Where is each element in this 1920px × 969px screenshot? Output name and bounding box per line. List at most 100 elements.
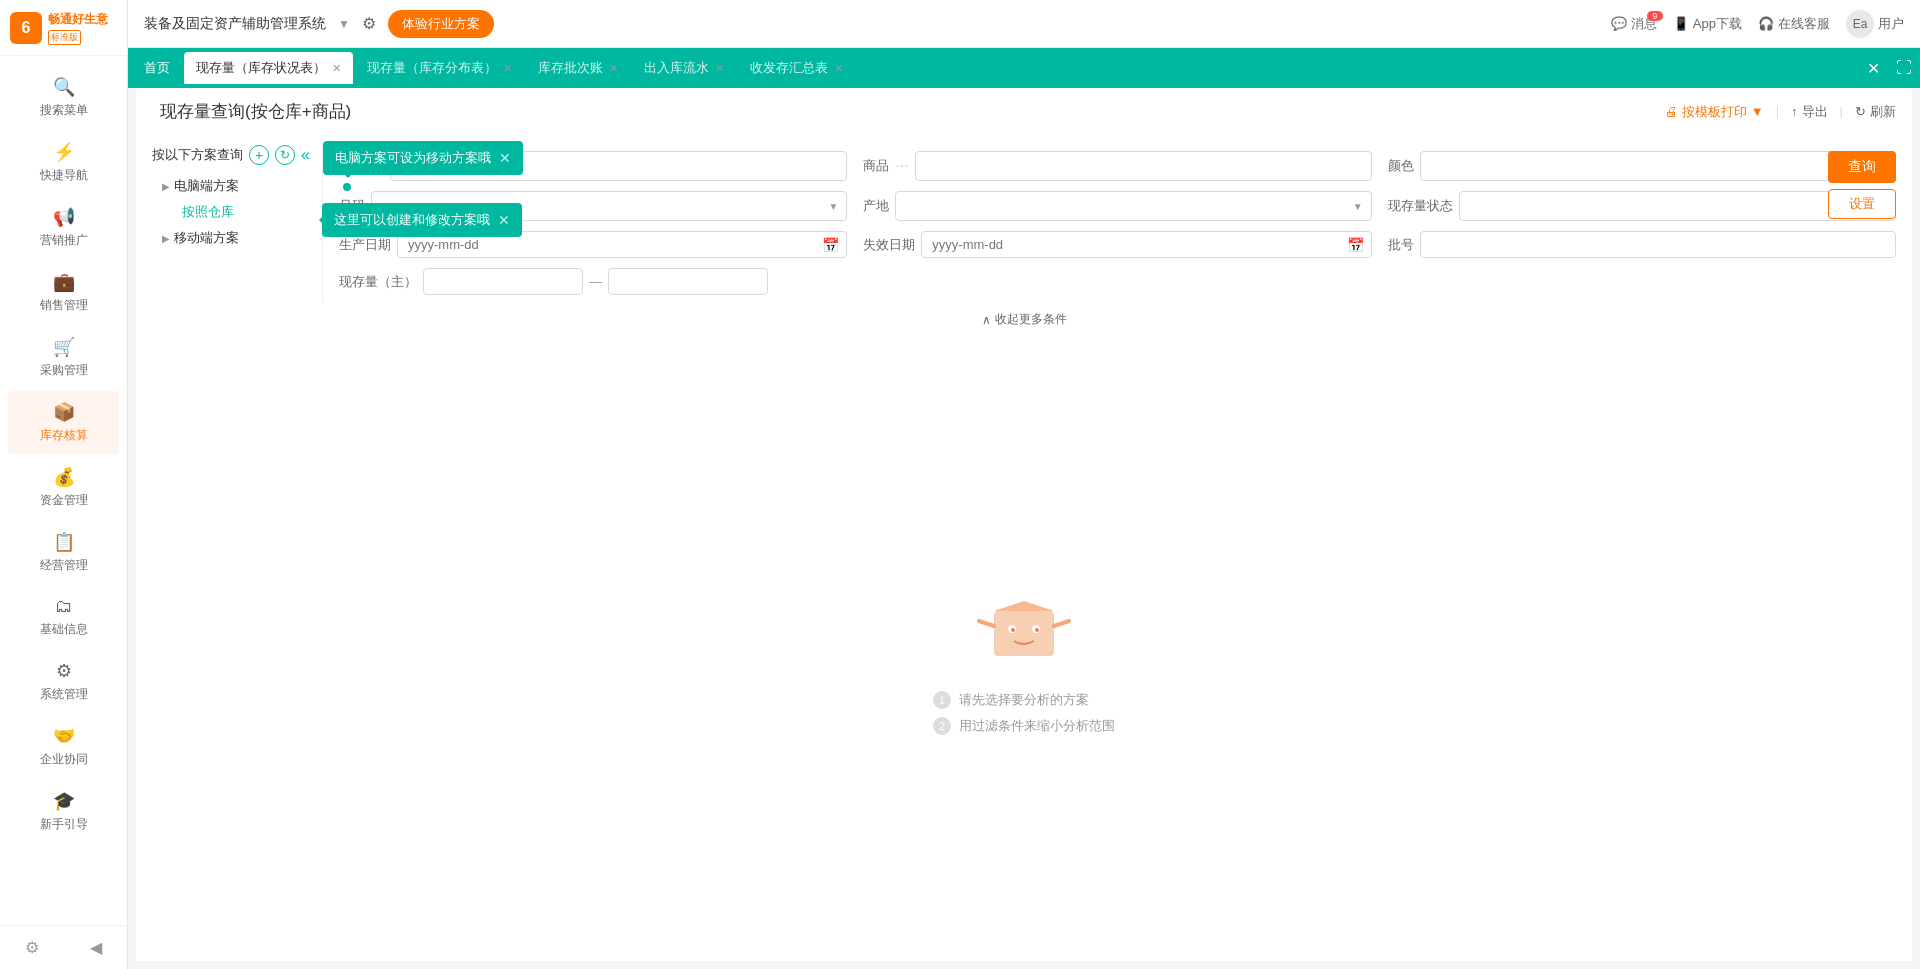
- color-label: 颜色: [1388, 157, 1414, 175]
- sidebar-item-label-basic: 基础信息: [40, 621, 88, 638]
- enterprise-icon: 🤝: [53, 725, 75, 747]
- sidebar-item-operations[interactable]: 📋 经营管理: [8, 521, 119, 584]
- main-content: 装备及固定资产辅助管理系统 ▼ ⚙ 体验行业方案 💬 消息 9 📱 App下载 …: [128, 0, 1920, 969]
- sidebar-bottom: ⚙ ◀: [0, 925, 127, 969]
- sidebar-item-inventory[interactable]: 📦 库存核算: [8, 391, 119, 454]
- tab-inventory-status-close[interactable]: ✕: [332, 62, 341, 75]
- size-dropdown-icon: ▼: [828, 201, 838, 212]
- mfg-label: 生产日期: [339, 236, 391, 254]
- header-left: 装备及固定资产辅助管理系统 ▼ ⚙ 体验行业方案: [144, 10, 494, 38]
- print-template-btn[interactable]: 🖨 按模板打印 ▼: [1665, 103, 1764, 121]
- scheme-tree-mobile[interactable]: ▶ 移动端方案: [156, 225, 322, 251]
- sidebar-item-quicknav[interactable]: ⚡ 快捷导航: [8, 131, 119, 194]
- tab-inventory-status[interactable]: 现存量（库存状况表） ✕: [184, 52, 353, 84]
- sidebar-item-label-purchase: 采购管理: [40, 362, 88, 379]
- goods-input[interactable]: [915, 151, 1372, 181]
- print-label: 按模板打印: [1682, 103, 1747, 121]
- page-title: 现存量查询(按仓库+商品): [160, 100, 351, 123]
- user-area[interactable]: Ea 用户: [1846, 10, 1904, 38]
- tab-close-all-btn[interactable]: ✕: [1863, 55, 1884, 82]
- filter-cell-origin: 产地 ▼: [863, 191, 1371, 221]
- exp-calendar-icon[interactable]: 📅: [1347, 237, 1364, 253]
- trial-button[interactable]: 体验行业方案: [388, 10, 494, 38]
- tab-batch-close[interactable]: ✕: [609, 62, 618, 75]
- system-dropdown-icon[interactable]: ▼: [338, 17, 350, 31]
- tab-receive-close[interactable]: ✕: [834, 62, 843, 75]
- tab-batch[interactable]: 库存批次账 ✕: [526, 52, 630, 84]
- tooltip-scheme-edit-close[interactable]: ✕: [498, 212, 510, 228]
- tab-inventory-dist-label: 现存量（库存分布表）: [367, 59, 497, 77]
- collapse-sidebar-btn[interactable]: ◀: [90, 938, 102, 957]
- collapse-label: 收起更多条件: [995, 311, 1067, 328]
- color-select[interactable]: ▼: [1420, 151, 1896, 181]
- tab-receive[interactable]: 收发存汇总表 ✕: [738, 52, 855, 84]
- refresh-scheme-btn[interactable]: ↻: [275, 145, 295, 165]
- scheme-tree-by-warehouse[interactable]: 按照仓库: [176, 199, 322, 225]
- system-name: 装备及固定资产辅助管理系统: [144, 15, 326, 33]
- sidebar-item-label-enterprise: 企业协同: [40, 751, 88, 768]
- origin-select[interactable]: ▼: [895, 191, 1371, 221]
- sidebar-item-purchase[interactable]: 🛒 采购管理: [8, 326, 119, 389]
- tab-inout-label: 出入库流水: [644, 59, 709, 77]
- sidebar-item-newbie[interactable]: 🎓 新手引导: [8, 780, 119, 843]
- tooltip-mobile-scheme: 电脑方案可设为移动方案哦 ✕: [323, 141, 523, 175]
- sidebar-item-basic[interactable]: 🗂 基础信息: [8, 586, 119, 648]
- tab-maximize-btn[interactable]: ⛶: [1892, 55, 1916, 81]
- tab-batch-label: 库存批次账: [538, 59, 603, 77]
- collapse-up-icon: ∧: [982, 313, 991, 327]
- exp-date-input[interactable]: [921, 231, 1371, 258]
- sidebar-item-sales[interactable]: 💼 销售管理: [8, 261, 119, 324]
- settings-gear-icon[interactable]: ⚙: [362, 14, 376, 33]
- sidebar-item-enterprise[interactable]: 🤝 企业协同: [8, 715, 119, 778]
- tooltip-scheme-edit-text: 这里可以创建和修改方案哦: [334, 211, 490, 229]
- stock-main-min[interactable]: [423, 268, 583, 295]
- svg-rect-0: [994, 611, 1054, 656]
- refresh-icon: ↻: [1855, 104, 1866, 119]
- sidebar-item-label-marketing: 营销推广: [40, 232, 88, 249]
- tab-inventory-dist-close[interactable]: ✕: [503, 62, 512, 75]
- message-btn[interactable]: 💬 消息 9: [1611, 15, 1657, 33]
- logo-icon: 6: [10, 12, 42, 44]
- top-header: 装备及固定资产辅助管理系统 ▼ ⚙ 体验行业方案 💬 消息 9 📱 App下载 …: [128, 0, 1920, 48]
- sidebar-item-label-quicknav: 快捷导航: [40, 167, 88, 184]
- settings-bottom-btn[interactable]: ⚙: [25, 938, 39, 957]
- message-badge: 9: [1647, 11, 1663, 21]
- online-support-btn[interactable]: 🎧 在线客服: [1758, 15, 1830, 33]
- set-button[interactable]: 设置: [1828, 189, 1896, 219]
- tooltip-mobile-text: 电脑方案可设为移动方案哦: [335, 149, 491, 167]
- page-title-bar: 现存量查询(按仓库+商品) 🖨 按模板打印 ▼ | ↑ 导出 | ↻: [136, 88, 1912, 131]
- scheme-tree-pc-children: 按照仓库: [156, 199, 322, 225]
- sidebar-item-system[interactable]: ⚙ 系统管理: [8, 650, 119, 713]
- refresh-btn[interactable]: ↻ 刷新: [1855, 103, 1896, 121]
- back-scheme-btn[interactable]: «: [301, 146, 310, 164]
- scheme-tree-pc[interactable]: ▶ 电脑端方案: [156, 173, 322, 199]
- filter-label: 按以下方案查询: [152, 146, 243, 164]
- batch-input[interactable]: [1420, 231, 1896, 258]
- sidebar-nav: 🔍 搜索菜单 ⚡ 快捷导航 📢 营销推广 💼 销售管理 🛒 采购管理 📦 库存核…: [0, 56, 127, 925]
- sidebar-item-search[interactable]: 🔍 搜索菜单: [8, 66, 119, 129]
- stock-main-max[interactable]: [608, 268, 768, 295]
- sidebar-item-label-sales: 销售管理: [40, 297, 88, 314]
- sidebar-item-finance[interactable]: 💰 资金管理: [8, 456, 119, 519]
- guide-dot-tooltip: [341, 181, 353, 193]
- step1-text: 请先选择要分析的方案: [959, 691, 1089, 709]
- tab-inout[interactable]: 出入库流水 ✕: [632, 52, 736, 84]
- tab-right-controls: ✕ ⛶: [1863, 55, 1916, 82]
- empty-text-block: 1 请先选择要分析的方案 2 用过滤条件来缩小分析范围: [933, 691, 1115, 735]
- tab-inout-close[interactable]: ✕: [715, 62, 724, 75]
- sidebar-item-marketing[interactable]: 📢 营销推广: [8, 196, 119, 259]
- logo-area: 6 畅通好生意 标准版: [0, 0, 127, 56]
- tab-home[interactable]: 首页: [132, 52, 182, 84]
- tooltip-mobile-close[interactable]: ✕: [499, 150, 511, 166]
- mfg-calendar-icon[interactable]: 📅: [822, 237, 839, 253]
- add-scheme-btn[interactable]: +: [249, 145, 269, 165]
- goods-dots[interactable]: ···: [895, 157, 908, 175]
- search-button[interactable]: 查询: [1828, 151, 1896, 183]
- collapse-filter-btn[interactable]: ∧ 收起更多条件: [152, 303, 1896, 332]
- step1-num: 1: [933, 691, 951, 709]
- scheme-panel: 按以下方案查询 + ↻ « ▶ 电脑端方案: [152, 143, 322, 251]
- export-btn[interactable]: ↑ 导出: [1791, 103, 1828, 121]
- app-download-btn[interactable]: 📱 App下载: [1673, 15, 1742, 33]
- sidebar-item-label-finance: 资金管理: [40, 492, 88, 509]
- tab-inventory-dist[interactable]: 现存量（库存分布表） ✕: [355, 52, 524, 84]
